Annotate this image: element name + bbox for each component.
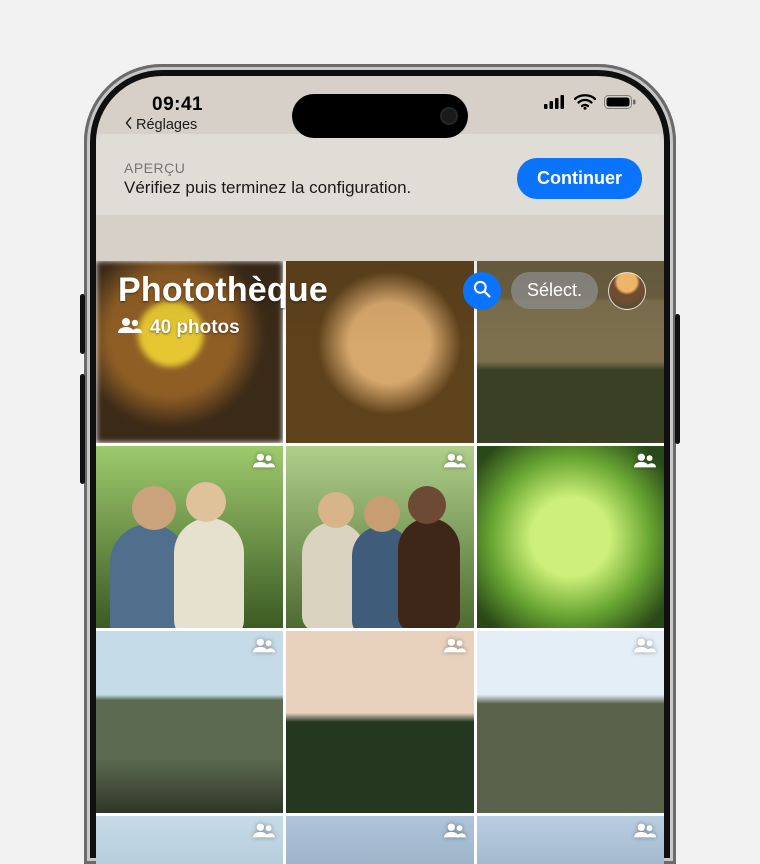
screen: 09:41 Réglages	[96, 76, 664, 864]
banner-title: APERÇU	[124, 160, 507, 176]
back-label-text: Réglages	[136, 117, 197, 133]
select-button[interactable]: Sélect.	[511, 272, 598, 309]
dynamic-island	[292, 94, 468, 138]
front-camera	[440, 107, 458, 125]
photo-tile[interactable]	[96, 816, 283, 864]
people-icon	[634, 822, 656, 843]
search-button[interactable]	[463, 272, 501, 310]
people-icon	[444, 452, 466, 473]
cellular-icon	[544, 95, 566, 109]
people-icon	[253, 452, 275, 473]
banner-subtitle: Vérifiez puis terminez la configuration.	[124, 178, 507, 198]
preview-banner: APERÇU Vérifiez puis terminez la configu…	[96, 134, 664, 215]
people-icon	[118, 316, 142, 340]
people-icon	[444, 637, 466, 658]
photo-count: 40 photos	[150, 317, 240, 339]
photo-grid[interactable]	[96, 261, 664, 864]
people-icon	[634, 452, 656, 473]
photo-tile[interactable]	[477, 446, 664, 628]
battery-icon	[604, 95, 636, 109]
photo-tile[interactable]	[477, 816, 664, 864]
profile-avatar[interactable]	[608, 272, 646, 310]
photo-tile[interactable]	[286, 816, 473, 864]
library-title: Photothèque	[118, 271, 453, 310]
photo-tile[interactable]	[286, 446, 473, 628]
phone-frame: 09:41 Réglages	[84, 64, 676, 864]
search-icon	[472, 279, 492, 302]
photo-tile[interactable]	[286, 631, 473, 813]
photo-tile[interactable]	[96, 631, 283, 813]
chevron-left-icon	[124, 117, 134, 133]
library-header: Photothèque Sélect. 40 photos	[96, 261, 664, 348]
wifi-icon	[574, 94, 596, 110]
people-icon	[253, 637, 275, 658]
continue-button[interactable]: Continuer	[517, 158, 642, 199]
photo-tile[interactable]	[477, 631, 664, 813]
people-icon	[253, 822, 275, 843]
people-icon	[634, 637, 656, 658]
photo-tile[interactable]	[96, 446, 283, 628]
people-icon	[444, 822, 466, 843]
side-button	[675, 314, 680, 444]
